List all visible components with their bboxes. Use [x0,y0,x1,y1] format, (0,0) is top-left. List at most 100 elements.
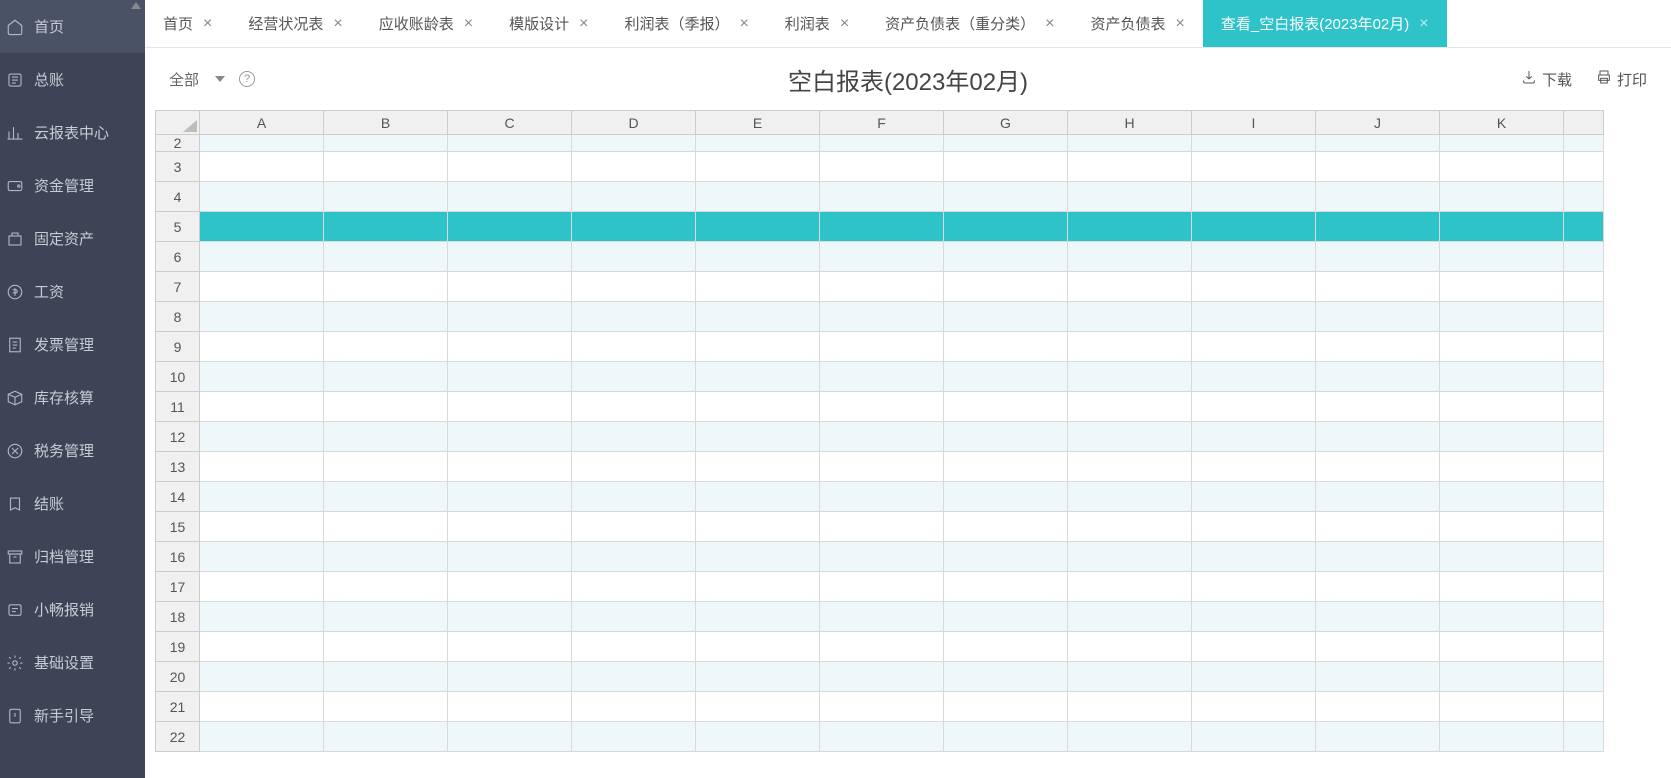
cell-I10[interactable] [1192,362,1316,392]
cell-extra-12[interactable] [1564,422,1604,452]
cell-A8[interactable] [200,302,324,332]
tab-6[interactable]: 资产负债表（重分类）× [867,0,1072,47]
sidebar-item-guide[interactable]: 新手引导 [0,689,145,742]
cell-E5[interactable] [696,212,820,242]
cell-K18[interactable] [1440,602,1564,632]
cell-B16[interactable] [324,542,448,572]
col-header-F[interactable]: F [820,111,944,135]
cell-E7[interactable] [696,272,820,302]
cell-G15[interactable] [944,512,1068,542]
cell-I9[interactable] [1192,332,1316,362]
cell-D8[interactable] [572,302,696,332]
cell-D13[interactable] [572,452,696,482]
cell-D18[interactable] [572,602,696,632]
cell-F7[interactable] [820,272,944,302]
cell-K4[interactable] [1440,182,1564,212]
close-icon[interactable]: × [1045,16,1054,32]
col-header-G[interactable]: G [944,111,1068,135]
cell-E21[interactable] [696,692,820,722]
cell-D9[interactable] [572,332,696,362]
cell-D6[interactable] [572,242,696,272]
tab-4[interactable]: 利润表（季报）× [606,0,766,47]
cell-K2[interactable] [1440,135,1564,152]
cell-extra-17[interactable] [1564,572,1604,602]
row-header-2[interactable]: 2 [156,135,200,152]
cell-I4[interactable] [1192,182,1316,212]
cell-J6[interactable] [1316,242,1440,272]
cell-E17[interactable] [696,572,820,602]
sidebar-item-ledger[interactable]: 总账 [0,53,145,106]
cell-extra-13[interactable] [1564,452,1604,482]
cell-G10[interactable] [944,362,1068,392]
row-header-20[interactable]: 20 [156,662,200,692]
cell-B8[interactable] [324,302,448,332]
cell-I14[interactable] [1192,482,1316,512]
cell-J19[interactable] [1316,632,1440,662]
cell-extra-8[interactable] [1564,302,1604,332]
cell-E13[interactable] [696,452,820,482]
cell-G12[interactable] [944,422,1068,452]
cell-G5[interactable] [944,212,1068,242]
cell-H11[interactable] [1068,392,1192,422]
cell-A7[interactable] [200,272,324,302]
close-icon[interactable]: × [579,16,588,32]
cell-extra-19[interactable] [1564,632,1604,662]
cell-extra-9[interactable] [1564,332,1604,362]
cell-D2[interactable] [572,135,696,152]
cell-E4[interactable] [696,182,820,212]
cell-C7[interactable] [448,272,572,302]
filter-dropdown[interactable]: 全部 ? [169,69,255,90]
cell-B13[interactable] [324,452,448,482]
sidebar-item-invoice[interactable]: 发票管理 [0,318,145,371]
print-button[interactable]: 打印 [1596,69,1647,90]
cell-C13[interactable] [448,452,572,482]
cell-K15[interactable] [1440,512,1564,542]
col-header-A[interactable]: A [200,111,324,135]
cell-A16[interactable] [200,542,324,572]
cell-D4[interactable] [572,182,696,212]
row-header-11[interactable]: 11 [156,392,200,422]
cell-C6[interactable] [448,242,572,272]
cell-K17[interactable] [1440,572,1564,602]
cell-I15[interactable] [1192,512,1316,542]
select-all-corner[interactable] [156,111,200,135]
cell-C2[interactable] [448,135,572,152]
cell-extra-15[interactable] [1564,512,1604,542]
row-header-7[interactable]: 7 [156,272,200,302]
cell-H5[interactable] [1068,212,1192,242]
cell-A11[interactable] [200,392,324,422]
cell-B3[interactable] [324,152,448,182]
cell-A9[interactable] [200,332,324,362]
cell-B6[interactable] [324,242,448,272]
cell-I11[interactable] [1192,392,1316,422]
row-header-22[interactable]: 22 [156,722,200,752]
cell-K22[interactable] [1440,722,1564,752]
cell-A3[interactable] [200,152,324,182]
cell-F2[interactable] [820,135,944,152]
cell-K10[interactable] [1440,362,1564,392]
cell-H16[interactable] [1068,542,1192,572]
cell-B5[interactable] [324,212,448,242]
cell-H9[interactable] [1068,332,1192,362]
cell-E19[interactable] [696,632,820,662]
cell-extra-18[interactable] [1564,602,1604,632]
col-header-B[interactable]: B [324,111,448,135]
cell-A19[interactable] [200,632,324,662]
cell-extra-7[interactable] [1564,272,1604,302]
cell-D19[interactable] [572,632,696,662]
cell-H2[interactable] [1068,135,1192,152]
cell-K7[interactable] [1440,272,1564,302]
cell-K12[interactable] [1440,422,1564,452]
cell-extra-4[interactable] [1564,182,1604,212]
cell-I20[interactable] [1192,662,1316,692]
cell-E10[interactable] [696,362,820,392]
cell-C22[interactable] [448,722,572,752]
cell-extra-2[interactable] [1564,135,1604,152]
close-icon[interactable]: × [464,16,473,32]
cell-I22[interactable] [1192,722,1316,752]
tab-7[interactable]: 资产负债表× [1073,0,1203,47]
cell-B14[interactable] [324,482,448,512]
cell-F14[interactable] [820,482,944,512]
cell-B20[interactable] [324,662,448,692]
cell-B19[interactable] [324,632,448,662]
